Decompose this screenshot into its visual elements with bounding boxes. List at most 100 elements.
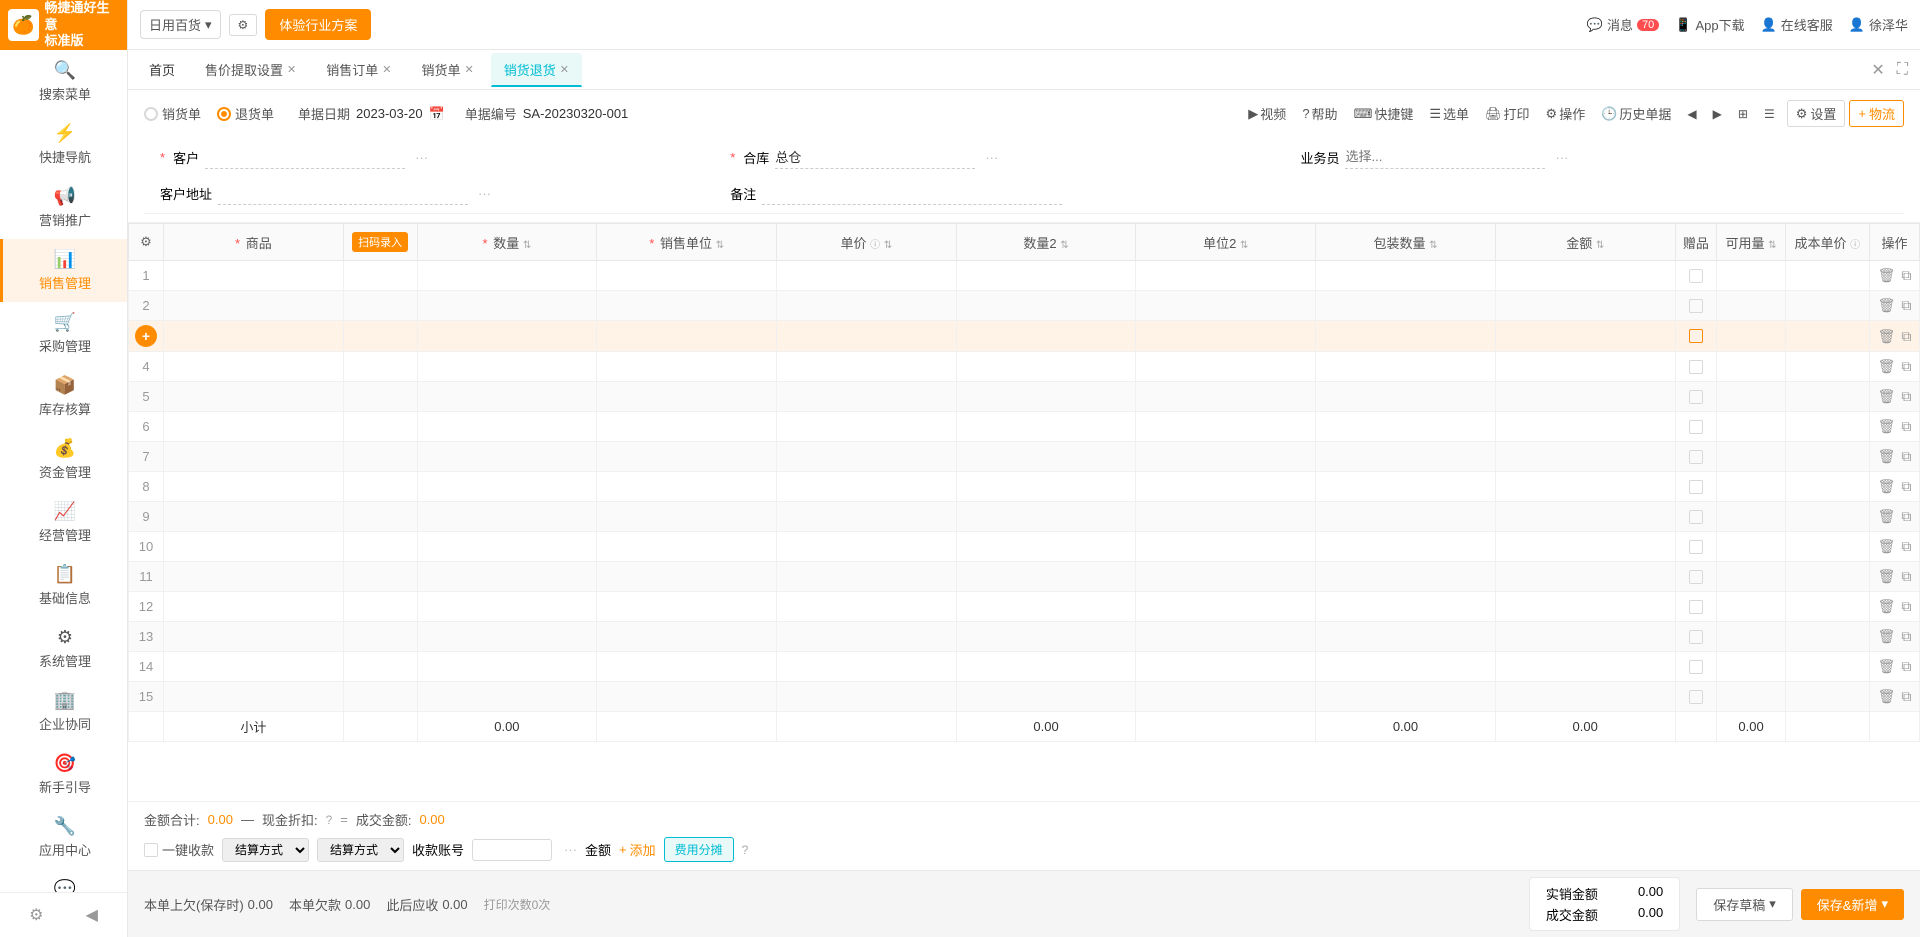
delete-icon[interactable]: 🗑 <box>1878 508 1896 525</box>
customer-picker[interactable]: ··· <box>415 150 428 165</box>
unit2-input[interactable] <box>1142 269 1309 283</box>
video-btn[interactable]: ▶ 视频 <box>1244 102 1290 125</box>
customer-input[interactable] <box>205 145 405 169</box>
unit-cell[interactable] <box>597 261 777 291</box>
product-input[interactable] <box>170 630 337 644</box>
tab-sales-return-close[interactable]: ✕ <box>560 63 569 76</box>
add-expense-btn[interactable]: + 添加 <box>619 840 656 859</box>
maximize-btn[interactable]: ⛶ <box>1893 58 1912 82</box>
delete-icon[interactable]: 🗑 <box>1878 538 1896 555</box>
sidebar-item-wechat[interactable]: 💬 企业微信 <box>0 869 127 892</box>
copy-icon[interactable]: ⧉ <box>1901 388 1911 405</box>
product-input[interactable] <box>170 510 337 524</box>
save-draft-btn[interactable]: 保存草稿 ▾ <box>1696 888 1793 921</box>
delete-icon[interactable]: 🗑 <box>1878 628 1896 645</box>
copy-icon[interactable]: ⧉ <box>1901 418 1911 435</box>
product-input-active[interactable] <box>170 330 337 344</box>
qty-input[interactable] <box>424 269 591 283</box>
account-input[interactable] <box>472 839 552 861</box>
gift-checkbox[interactable] <box>1689 299 1703 313</box>
operation-btn[interactable]: ⚙ 操作 <box>1542 102 1590 125</box>
price-sort-icon[interactable]: ⇅ <box>884 240 892 251</box>
delete-icon[interactable]: 🗑 <box>1878 358 1896 375</box>
product-cell[interactable] <box>164 261 344 291</box>
sidebar-item-app-center[interactable]: 🔧 应用中心 <box>0 806 127 869</box>
delete-icon[interactable]: 🗑 <box>1878 658 1896 675</box>
delete-icon[interactable]: 🗑 <box>1878 418 1896 435</box>
product-input[interactable] <box>170 420 337 434</box>
gift-checkbox[interactable] <box>1689 630 1703 644</box>
expense-split-btn[interactable]: 费用分摊 <box>664 837 734 862</box>
copy-icon[interactable]: ⧉ <box>1901 297 1911 314</box>
scan-input-btn[interactable]: 扫码录入 <box>352 232 408 252</box>
gift-checkbox[interactable] <box>1689 420 1703 434</box>
user-menu[interactable]: 👤 徐泽华 <box>1849 15 1908 34</box>
unit2-cell[interactable] <box>1136 261 1316 291</box>
discount-help-icon[interactable]: ? <box>326 813 333 827</box>
next-record-btn[interactable]: ▶ <box>1709 105 1726 123</box>
product-input[interactable] <box>170 450 337 464</box>
sidebar-item-guide[interactable]: 🎯 新手引导 <box>0 743 127 806</box>
calculation-select[interactable]: 结算方式 <box>317 838 404 862</box>
address-input[interactable] <box>218 181 468 205</box>
grid-view-btn[interactable]: ⊞ <box>1734 105 1752 123</box>
address-picker[interactable]: ··· <box>478 186 491 201</box>
staff-picker[interactable]: ··· <box>1555 150 1568 165</box>
list-view-btn[interactable]: ☰ <box>1760 105 1779 123</box>
amount-cell[interactable] <box>1495 261 1675 291</box>
amount-input[interactable] <box>1502 269 1669 283</box>
settings-gear-btn[interactable]: ⚙ <box>229 14 258 36</box>
delete-icon[interactable]: 🗑 <box>1878 328 1896 345</box>
sidebar-item-basic[interactable]: 📋 基础信息 <box>0 554 127 617</box>
prev-record-btn[interactable]: ◀ <box>1683 105 1700 123</box>
message-btn[interactable]: 💬 消息 70 <box>1587 15 1659 34</box>
amount-sort-icon[interactable]: ⇅ <box>1596 240 1604 251</box>
sidebar-settings-btn[interactable]: ⚙ <box>25 901 47 929</box>
note-input[interactable] <box>762 181 1062 205</box>
copy-icon[interactable]: ⧉ <box>1901 267 1911 284</box>
delete-icon[interactable]: 🗑 <box>1878 598 1896 615</box>
available-sort-icon[interactable]: ⇅ <box>1768 240 1776 251</box>
pack-cell[interactable] <box>1316 261 1496 291</box>
copy-icon[interactable]: ⧉ <box>1901 628 1911 645</box>
product-input[interactable] <box>170 570 337 584</box>
quantity-sort-icon[interactable]: ⇅ <box>523 240 531 251</box>
unit-sort-icon[interactable]: ⇅ <box>716 240 724 251</box>
copy-icon[interactable]: ⧉ <box>1901 658 1911 675</box>
payment-checkbox[interactable] <box>144 843 158 857</box>
copy-icon[interactable]: ⧉ <box>1901 598 1911 615</box>
sidebar-item-sales[interactable]: 📊 销售管理 <box>0 239 127 302</box>
help-btn[interactable]: ? 帮助 <box>1298 102 1341 125</box>
warehouse-picker[interactable]: ··· <box>985 150 998 165</box>
sidebar-item-marketing[interactable]: 📢 营销推广 <box>0 176 127 239</box>
add-row-btn[interactable]: + <box>135 325 157 347</box>
copy-icon[interactable]: ⧉ <box>1901 448 1911 465</box>
gift-checkbox[interactable] <box>1689 360 1703 374</box>
sidebar-collapse-btn[interactable]: ◀ <box>82 901 102 929</box>
select-btn[interactable]: ☰ 选单 <box>1425 102 1473 125</box>
copy-icon[interactable]: ⧉ <box>1901 568 1911 585</box>
gift-checkbox[interactable] <box>1689 269 1703 283</box>
pack-sort-icon[interactable]: ⇅ <box>1429 240 1437 251</box>
experience-btn[interactable]: 体验行业方案 <box>265 9 371 40</box>
product-input[interactable] <box>170 690 337 704</box>
print-btn[interactable]: 🖨 打印 <box>1481 102 1534 125</box>
gift-checkbox[interactable] <box>1689 510 1703 524</box>
unit-input[interactable] <box>603 269 770 283</box>
sidebar-item-shortcuts[interactable]: ⚡ 快捷导航 <box>0 113 127 176</box>
quantity-cell[interactable] <box>417 261 597 291</box>
tab-sales-delivery[interactable]: 销货单 ✕ <box>408 53 486 86</box>
product-input[interactable] <box>170 299 337 313</box>
online-service-btn[interactable]: 👤 在线客服 <box>1761 15 1833 34</box>
shortcut-btn[interactable]: ⌨ 快捷键 <box>1350 102 1418 125</box>
product-input[interactable] <box>170 600 337 614</box>
price-cell[interactable] <box>776 261 956 291</box>
copy-icon[interactable]: ⧉ <box>1901 478 1911 495</box>
sidebar-item-operations[interactable]: 📈 经营管理 <box>0 491 127 554</box>
copy-icon[interactable]: ⧉ <box>1901 688 1911 705</box>
product-input[interactable] <box>170 269 337 283</box>
th-settings[interactable]: ⚙ <box>129 224 164 261</box>
gift-checkbox[interactable] <box>1689 660 1703 674</box>
save-new-btn[interactable]: 保存&新增 ▾ <box>1801 889 1904 920</box>
gift-checkbox-active[interactable] <box>1689 329 1703 343</box>
